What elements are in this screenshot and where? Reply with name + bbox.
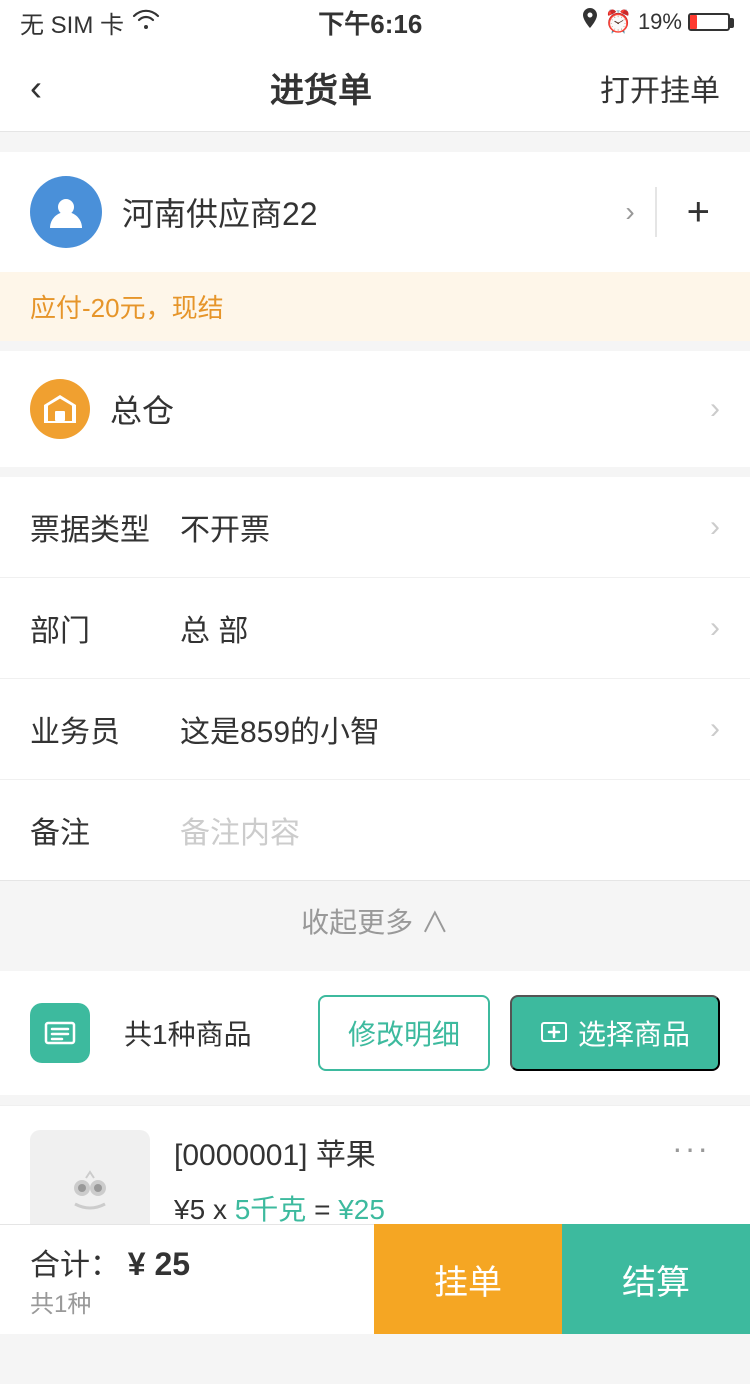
total-amount: ¥ 25 [128,1246,190,1282]
modify-detail-button[interactable]: 修改明细 [318,995,490,1071]
footer-total-row: 合计： ¥ 25 [30,1240,344,1284]
settle-button[interactable]: 结算 [562,1224,750,1334]
product-toolbar: 共1种商品 修改明细 选择商品 [0,961,750,1095]
status-right: ⏰ 19% [581,8,730,36]
alarm-icon: ⏰ [605,9,632,35]
collapse-label: 收起更多 ∧ [301,907,449,938]
supplier-row[interactable]: 河南供应商22 › + [0,152,750,272]
supplier-name: 河南供应商22 [122,189,625,235]
page-title: 进货单 [270,63,372,112]
equals-symbol: = [314,1194,330,1225]
product-count-text: 共1种商品 [124,1013,298,1053]
salesperson-arrow-icon: › [710,712,720,746]
select-product-button[interactable]: 选择商品 [510,995,720,1071]
footer-count: 共1种 [30,1284,344,1319]
product-count-icon [30,1003,90,1063]
salesperson-label: 业务员 [30,707,170,751]
form-section: 票据类型 不开票 › 部门 总 部 › 业务员 这是859的小智 › 备注 备注… [0,467,750,880]
time-display: 下午6:16 [318,4,422,41]
invoice-arrow-icon: › [710,510,720,544]
footer: 合计： ¥ 25 共1种 挂单 结算 [0,1224,750,1334]
unit-price: ¥5 [174,1194,205,1225]
warehouse-name: 总仓 [110,386,710,432]
warehouse-row[interactable]: 总仓 › [0,341,750,467]
product-name-text: 苹果 [316,1139,376,1172]
back-button[interactable]: ‹ [30,67,42,109]
warehouse-arrow-icon: › [710,392,720,426]
dept-value: 总 部 [180,606,710,650]
quantity: 5千克 [235,1194,307,1225]
nav-bar: ‹ 进货单 打开挂单 [0,44,750,132]
remark-input[interactable]: 备注内容 [180,808,720,852]
invoice-value: 不开票 [180,505,710,549]
section-gap-1 [0,132,750,152]
salesperson-row[interactable]: 业务员 这是859的小智 › [0,679,750,780]
notice-bar: 应付-20元，现结 [0,272,750,341]
wifi-icon [132,8,160,36]
invoice-row[interactable]: 票据类型 不开票 › [0,477,750,578]
remark-row[interactable]: 备注 备注内容 [0,780,750,880]
dept-arrow-icon: › [710,611,720,645]
battery-icon [688,13,730,31]
dept-row[interactable]: 部门 总 部 › [0,578,750,679]
product-more-button[interactable]: ··· [662,1130,720,1167]
status-left: 无 SIM 卡 [20,5,160,40]
supplier-section: 河南供应商22 › + 应付-20元，现结 [0,152,750,341]
open-hang-button[interactable]: 打开挂单 [600,66,720,110]
product-name: [0000001] 苹果 [174,1130,662,1174]
product-code: [0000001] [174,1139,307,1172]
status-bar: 无 SIM 卡 下午6:16 ⏰ 19% [0,0,750,44]
location-icon [581,8,599,36]
supplier-arrow-icon: › [625,196,634,228]
salesperson-value: 这是859的小智 [180,707,710,751]
multiply-symbol: x [213,1194,227,1225]
product-price: ¥5 x 5千克 = ¥25 [174,1188,662,1228]
footer-total: 合计： ¥ 25 共1种 [0,1224,374,1334]
settle-label: 结算 [622,1255,690,1304]
select-product-label: 选择商品 [578,1013,690,1053]
dept-label: 部门 [30,606,170,650]
warehouse-icon [30,379,90,439]
carrier-label: 无 SIM 卡 [20,5,124,40]
battery-percent: 19% [638,9,682,35]
item-total: ¥25 [338,1194,385,1225]
remark-label: 备注 [30,808,170,852]
supplier-avatar [30,176,102,248]
product-info: [0000001] 苹果 ¥5 x 5千克 = ¥25 [174,1130,662,1228]
invoice-label: 票据类型 [30,505,170,549]
supplier-divider [655,187,657,237]
add-supplier-button[interactable]: + [677,190,720,235]
hang-label: 挂单 [434,1255,502,1304]
total-label: 合计： [30,1249,120,1282]
collapse-bar[interactable]: 收起更多 ∧ [0,880,750,961]
hang-button[interactable]: 挂单 [374,1224,562,1334]
